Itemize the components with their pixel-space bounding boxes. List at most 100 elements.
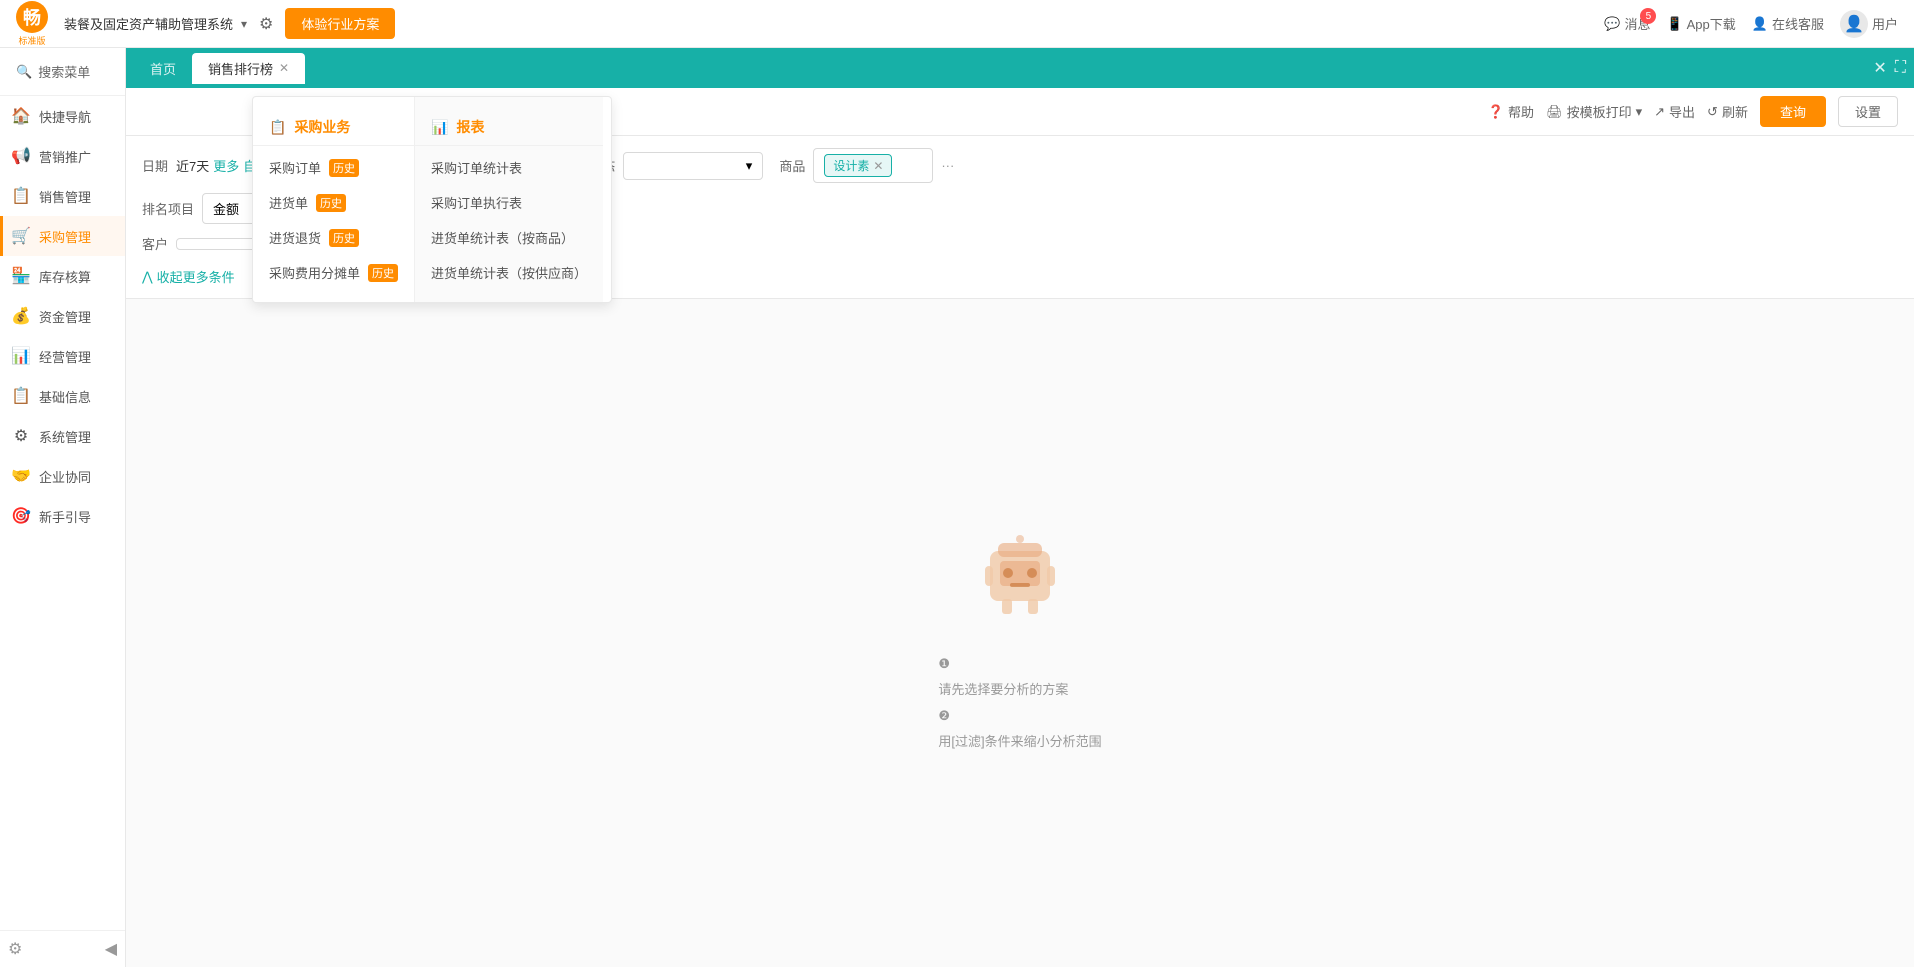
dropdown-item-return[interactable]: 进货退货 历史 xyxy=(253,220,414,255)
filter-settings-btn[interactable]: 设置 xyxy=(1838,96,1898,127)
refresh-btn[interactable]: ↺ 刷新 xyxy=(1707,102,1748,121)
item-label: 进货单统计表（按商品） xyxy=(431,228,574,247)
sidebar-item-operations[interactable]: 📊 经营管理 xyxy=(0,336,125,376)
chevron-down-icon: ▾ xyxy=(746,158,753,174)
sidebar-item-label: 库存核算 xyxy=(39,267,91,286)
online-service-btn[interactable]: 👤 在线客服 xyxy=(1752,14,1824,33)
item-label: 采购订单 xyxy=(269,158,321,177)
speaker-icon: 📢 xyxy=(11,146,31,166)
user-btn[interactable]: 👤 用户 xyxy=(1840,10,1898,38)
sidebar-item-label: 企业协同 xyxy=(39,467,91,486)
content-area: 首页 销售排行榜 ✕ ✕ ⛶ ❓ 帮助 🖨 按模板 xyxy=(126,48,1914,967)
sidebar-item-finance[interactable]: 💰 资金管理 xyxy=(0,296,125,336)
export-btn[interactable]: ↗ 导出 xyxy=(1654,102,1695,121)
home-icon: 🏠 xyxy=(11,106,31,126)
sidebar-bottom: ⚙ ◀ xyxy=(0,930,125,967)
more-label[interactable]: 更多 xyxy=(213,156,239,175)
sidebar-item-inventory[interactable]: 🏪 库存核算 xyxy=(0,256,125,296)
message-btn[interactable]: 💬 消息 5 xyxy=(1604,14,1650,33)
export-icon: ↗ xyxy=(1654,104,1665,120)
collapse-label: 收起更多条件 xyxy=(157,267,235,286)
tab-close-btn[interactable]: ✕ xyxy=(279,61,289,75)
help-icon: ❓ xyxy=(1488,104,1504,120)
empty-text: ❶ 请先选择要分析的方案 ❷ 用[过滤]条件来缩小分析范围 xyxy=(938,651,1101,755)
tab-bar-right: ✕ ⛶ xyxy=(1873,58,1906,78)
dropdown-item-inbound-by-goods[interactable]: 进货单统计表（按商品） xyxy=(415,220,603,255)
sidebar-collapse-btn[interactable]: ◀ xyxy=(105,939,117,959)
empty-tip2: ❷ 用[过滤]条件来缩小分析范围 xyxy=(938,703,1101,755)
dropdown-item-cost-split[interactable]: 采购费用分摊单 历史 xyxy=(253,255,414,290)
avatar: 👤 xyxy=(1840,10,1868,38)
sidebar-item-quicknav[interactable]: 🏠 快捷导航 xyxy=(0,96,125,136)
dropdown-item-order-exec[interactable]: 采购订单执行表 xyxy=(415,185,603,220)
logo-edition: 标准版 xyxy=(18,34,45,47)
headset-icon: 👤 xyxy=(1752,16,1768,32)
period-days: 近7天 xyxy=(176,156,209,175)
sidebar-item-system[interactable]: ⚙ 系统管理 xyxy=(0,416,125,456)
dropdown-item-purchase-order[interactable]: 采购订单 历史 xyxy=(253,150,414,185)
top-right: 💬 消息 5 📱 App下载 👤 在线客服 👤 用户 xyxy=(1604,10,1898,38)
sidebar-item-label: 资金管理 xyxy=(39,307,91,326)
sidebar-item-basic[interactable]: 📋 基础信息 xyxy=(0,376,125,416)
dropdown-item-inbound[interactable]: 进货单 历史 xyxy=(253,185,414,220)
cart-icon: 🛒 xyxy=(11,226,31,246)
app-download-btn[interactable]: 📱 App下载 xyxy=(1666,14,1735,33)
filter-goods: 商品 设计素 ✕ ··· xyxy=(779,148,954,183)
app-label: App下载 xyxy=(1687,14,1736,33)
collapse-icon: ⋀ xyxy=(142,269,153,285)
tab-close-icon[interactable]: ✕ xyxy=(1873,58,1886,78)
sidebar-item-label: 系统管理 xyxy=(39,427,91,446)
store-icon: 🏪 xyxy=(11,266,31,286)
print-icon: 🖨 xyxy=(1546,104,1563,120)
dropdown-item-order-stat[interactable]: 采购订单统计表 xyxy=(415,150,603,185)
print-btn[interactable]: 🖨 按模板打印 ▾ xyxy=(1546,102,1642,121)
dropdown-item-inbound-by-supplier[interactable]: 进货单统计表（按供应商） xyxy=(415,255,603,290)
sidebar-settings-btn[interactable]: ⚙ xyxy=(8,939,22,959)
system-dropdown-btn[interactable]: ▾ xyxy=(241,17,247,31)
item-label: 进货单统计表（按供应商） xyxy=(431,263,587,282)
sidebar-item-label: 快捷导航 xyxy=(39,107,91,126)
report-icon: 📊 xyxy=(431,119,448,136)
item-label: 进货退货 xyxy=(269,228,321,247)
goods-tag-close[interactable]: ✕ xyxy=(873,159,883,173)
goods-more-dots[interactable]: ··· xyxy=(941,158,954,173)
gear-icon: ⚙ xyxy=(11,426,31,446)
purchase-col-title: 采购业务 xyxy=(294,117,350,137)
sidebar-item-sales[interactable]: 📋 销售管理 xyxy=(0,176,125,216)
goods-select[interactable]: 设计素 ✕ xyxy=(813,148,933,183)
settings-icon[interactable]: ⚙ xyxy=(259,14,273,34)
refresh-label: 刷新 xyxy=(1722,102,1748,121)
sidebar: 🔍 搜索菜单 🏠 快捷导航 📢 营销推广 📋 销售管理 🛒 采购管理 xyxy=(0,48,126,967)
empty-illustration xyxy=(960,511,1080,631)
sidebar-item-enterprise[interactable]: 🤝 企业协同 xyxy=(0,456,125,496)
goods-label: 商品 xyxy=(779,156,805,175)
query-btn[interactable]: 查询 xyxy=(1760,96,1826,127)
item-label: 采购订单执行表 xyxy=(431,193,522,212)
tab-home-label: 首页 xyxy=(150,59,176,78)
purchase-icon: 📋 xyxy=(269,119,286,136)
tab-sales-rank[interactable]: 销售排行榜 ✕ xyxy=(192,53,305,84)
voucher-status-select[interactable]: ▾ xyxy=(623,152,763,180)
help-btn[interactable]: ❓ 帮助 xyxy=(1488,102,1534,121)
item-label: 采购费用分摊单 xyxy=(269,263,360,282)
tab-expand-icon[interactable]: ⛶ xyxy=(1895,59,1906,77)
item-label: 采购订单统计表 xyxy=(431,158,522,177)
app-wrapper: 畅 标准版 装餐及固定资产辅助管理系统 ▾ ⚙ 体验行业方案 💬 消息 5 📱 … xyxy=(0,0,1914,967)
tab-home[interactable]: 首页 xyxy=(134,53,192,84)
sidebar-item-guide[interactable]: 🎯 新手引导 xyxy=(0,496,125,536)
sidebar-item-purchase[interactable]: 🛒 采购管理 xyxy=(0,216,125,256)
report-col: 📊 报表 采购订单统计表 采购订单执行表 进货单统计表（按商品） 进货单统计表（… xyxy=(414,97,603,302)
sidebar-item-marketing[interactable]: 📢 营销推广 xyxy=(0,136,125,176)
industry-btn[interactable]: 体验行业方案 xyxy=(285,8,395,39)
logo-icon: 畅 xyxy=(16,1,48,33)
empty-state: ❶ 请先选择要分析的方案 ❷ 用[过滤]条件来缩小分析范围 xyxy=(126,299,1914,967)
money-icon: 💰 xyxy=(11,306,31,326)
rank-label: 排名项目 xyxy=(142,199,194,218)
goods-tag: 设计素 ✕ xyxy=(824,154,892,177)
history-badge: 历史 xyxy=(329,159,359,177)
purchase-col-header: 📋 采购业务 xyxy=(253,109,414,146)
top-bar: 畅 标准版 装餐及固定资产辅助管理系统 ▾ ⚙ 体验行业方案 💬 消息 5 📱 … xyxy=(0,0,1914,48)
report-col-header: 📊 报表 xyxy=(415,109,603,146)
sidebar-search-btn[interactable]: 🔍 搜索菜单 xyxy=(8,56,117,87)
item-label: 进货单 xyxy=(269,193,308,212)
